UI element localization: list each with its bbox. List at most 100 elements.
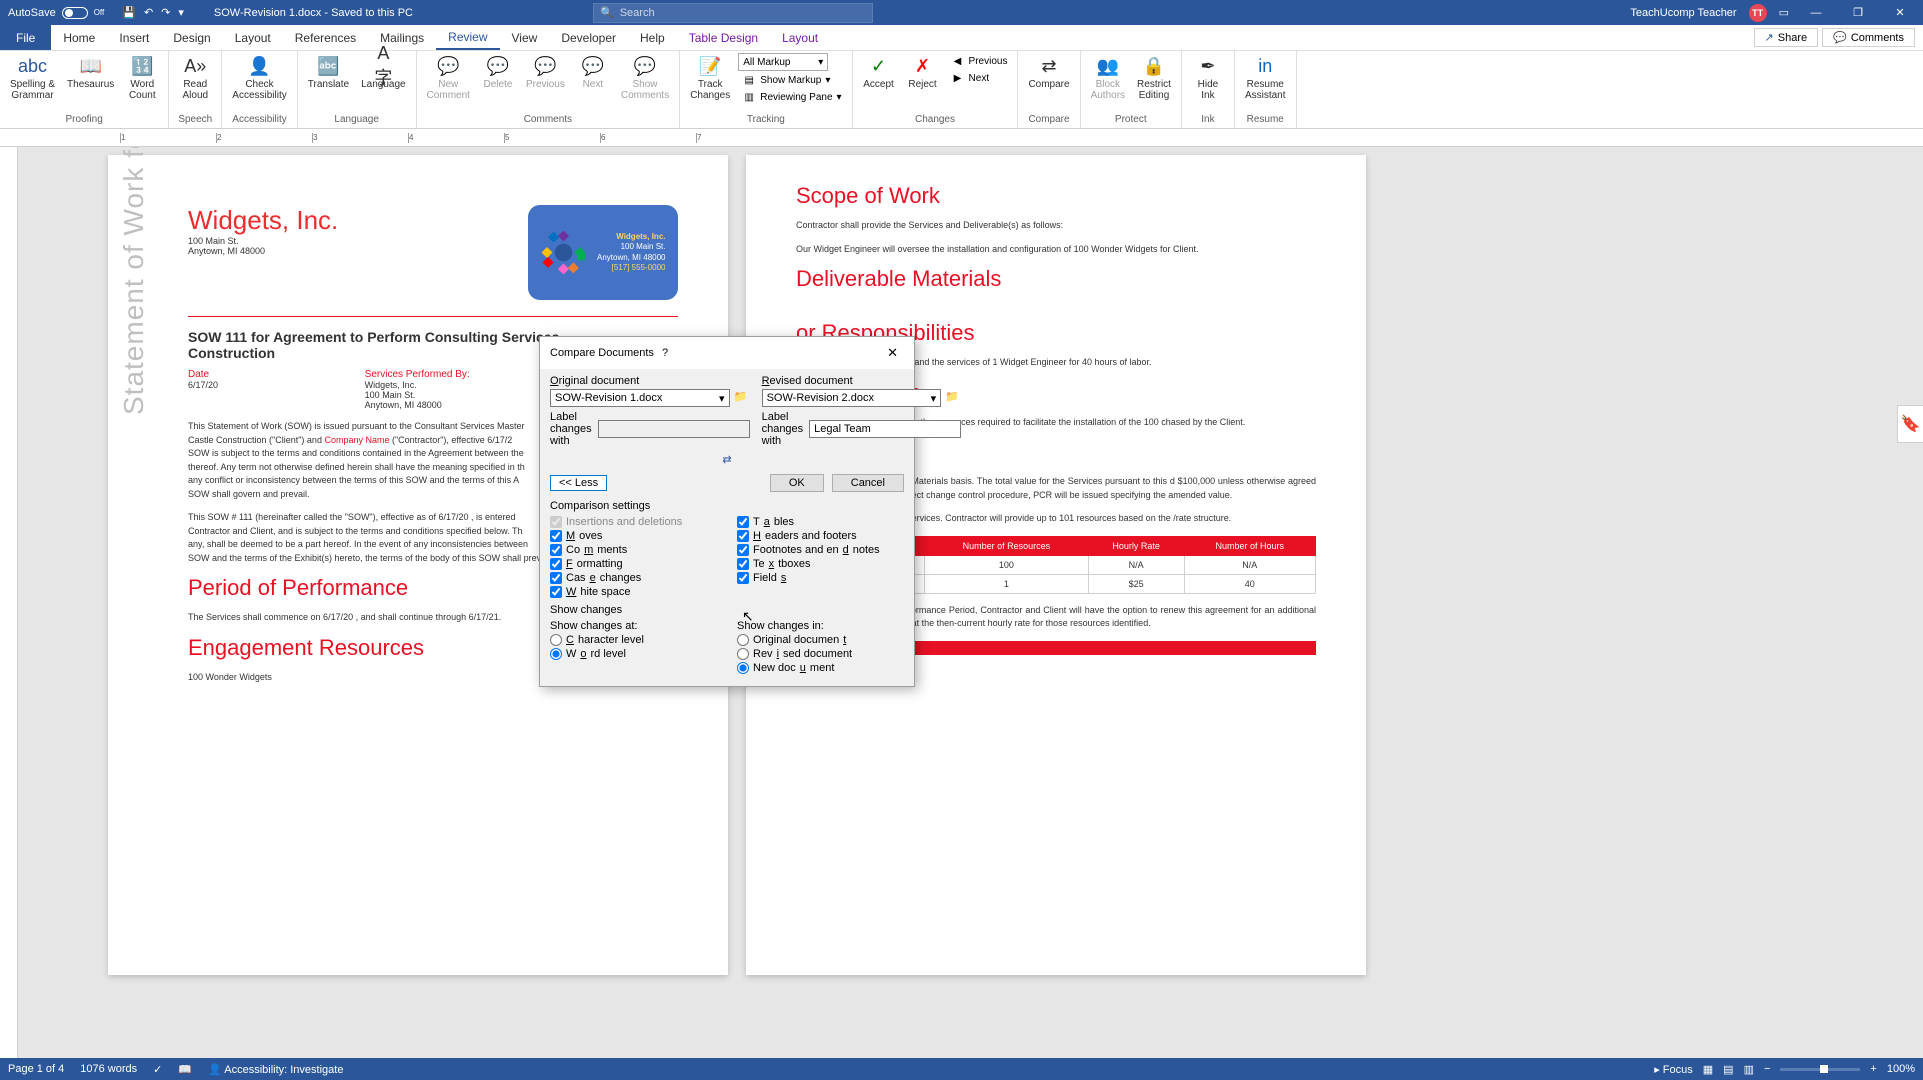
chk-moves[interactable]: Moves xyxy=(550,530,717,542)
tab-home[interactable]: Home xyxy=(51,25,107,50)
chk-case[interactable]: Case changes xyxy=(550,572,717,584)
next-comment-button[interactable]: 💬Next xyxy=(573,53,613,92)
accessibility-icon: 👤 xyxy=(249,55,271,77)
qat-dropdown-icon[interactable]: ▾ xyxy=(178,6,184,19)
horizontal-ruler[interactable]: 1234567 xyxy=(0,129,1923,147)
rad-word-level[interactable]: Word level xyxy=(550,648,717,660)
tab-help[interactable]: Help xyxy=(628,25,677,50)
tab-references[interactable]: References xyxy=(283,25,368,50)
revised-doc-select[interactable]: SOW-Revision 2.docx▾ xyxy=(762,389,942,407)
undo-icon[interactable]: ↶ xyxy=(144,6,153,19)
side-panel-tab[interactable]: 🔖 xyxy=(1897,405,1923,443)
previous-change-button[interactable]: ◀Previous xyxy=(947,53,1012,69)
less-button[interactable]: << Less xyxy=(550,475,607,491)
chk-formatting[interactable]: Formatting xyxy=(550,558,717,570)
delete-comment-button[interactable]: 💬Delete xyxy=(478,53,518,92)
chk-whitespace[interactable]: White space xyxy=(550,586,717,598)
block-authors-button[interactable]: 👥Block Authors xyxy=(1087,53,1129,103)
browse-revised-icon[interactable]: 📁 xyxy=(945,390,961,406)
zoom-out-button[interactable]: − xyxy=(1764,1063,1770,1075)
chk-fields[interactable]: Fields xyxy=(737,572,904,584)
accessibility-status[interactable]: 👤 Accessibility: Investigate xyxy=(208,1063,343,1076)
resume-assistant-button[interactable]: inResume Assistant xyxy=(1241,53,1290,103)
tab-table-layout[interactable]: Layout xyxy=(770,25,830,50)
spelling-grammar-button[interactable]: abcSpelling & Grammar xyxy=(6,53,59,103)
word-count-button[interactable]: 🔢Word Count xyxy=(122,53,162,103)
show-comments-button[interactable]: 💬Show Comments xyxy=(617,53,673,103)
share-button[interactable]: ↗Share xyxy=(1754,28,1819,47)
tab-file[interactable]: File xyxy=(0,25,51,50)
chk-tables[interactable]: Tables xyxy=(737,516,904,528)
word-count[interactable]: 1076 words xyxy=(80,1063,137,1075)
rad-new-doc[interactable]: New document xyxy=(737,662,904,674)
focus-mode[interactable]: ▸ Focus xyxy=(1654,1063,1693,1076)
tab-developer[interactable]: Developer xyxy=(549,25,628,50)
original-doc-select[interactable]: SOW-Revision 1.docx▾ xyxy=(550,389,730,407)
thesaurus-button[interactable]: 📖Thesaurus xyxy=(63,53,118,92)
language-indicator[interactable]: 📖 xyxy=(178,1063,192,1076)
check-accessibility-button[interactable]: 👤Check Accessibility xyxy=(228,53,290,103)
compare-button[interactable]: ⇄Compare xyxy=(1024,53,1073,92)
perf-a2: Anytown, MI 48000 xyxy=(365,400,502,410)
rad-revised-doc[interactable]: Revised document xyxy=(737,648,904,660)
spell-check-icon[interactable]: ✓ xyxy=(153,1063,162,1076)
browse-original-icon[interactable]: 📁 xyxy=(734,390,750,406)
track-changes-button[interactable]: 📝Track Changes xyxy=(686,53,734,103)
chk-comments[interactable]: Comments xyxy=(550,544,717,556)
language-button[interactable]: A字Language xyxy=(357,53,410,92)
restrict-editing-button[interactable]: 🔒Restrict Editing xyxy=(1133,53,1175,103)
read-aloud-button[interactable]: A»Read Aloud xyxy=(175,53,215,103)
comments-button[interactable]: 💬Comments xyxy=(1822,28,1915,47)
tab-view[interactable]: View xyxy=(500,25,550,50)
performed-by-label: Services Performed By: xyxy=(365,369,502,380)
swap-button[interactable]: ⇄ xyxy=(550,453,904,466)
rad-char-level[interactable]: Character level xyxy=(550,634,717,646)
revised-doc-label: Revised document xyxy=(762,375,962,387)
user-name[interactable]: TeachUcomp Teacher xyxy=(1630,7,1736,19)
hide-ink-button[interactable]: ✒Hide Ink xyxy=(1188,53,1228,103)
ok-button[interactable]: OK xyxy=(770,474,824,492)
new-comment-button[interactable]: 💬New Comment xyxy=(423,53,474,103)
minimize-icon[interactable]: — xyxy=(1801,7,1831,19)
reject-button[interactable]: ✗Reject xyxy=(903,53,943,92)
zoom-in-button[interactable]: + xyxy=(1870,1063,1876,1075)
resume-icon: in xyxy=(1254,55,1276,77)
orig-author-input[interactable] xyxy=(598,420,750,438)
chk-textboxes[interactable]: Textboxes xyxy=(737,558,904,570)
previous-comment-button[interactable]: 💬Previous xyxy=(522,53,569,92)
zoom-level[interactable]: 100% xyxy=(1887,1063,1915,1075)
cancel-button[interactable]: Cancel xyxy=(832,474,904,492)
zoom-slider[interactable] xyxy=(1780,1068,1860,1071)
user-avatar[interactable]: TT xyxy=(1749,4,1767,22)
tab-layout[interactable]: Layout xyxy=(223,25,283,50)
autosave-toggle[interactable]: AutoSave Off xyxy=(0,7,112,19)
show-markup-button[interactable]: ▤Show Markup ▾ xyxy=(738,72,845,88)
dialog-help-button[interactable]: ? xyxy=(654,347,676,359)
markup-combo[interactable]: All Markup▾ xyxy=(738,53,828,71)
dialog-close-button[interactable]: ✕ xyxy=(881,345,904,361)
page-indicator[interactable]: Page 1 of 4 xyxy=(8,1063,64,1075)
maximize-icon[interactable]: ❐ xyxy=(1843,6,1873,19)
translate-button[interactable]: 🔤Translate xyxy=(304,53,353,92)
search-input[interactable]: 🔍 Search xyxy=(593,3,873,23)
next-change-button[interactable]: ▶Next xyxy=(947,70,1012,86)
web-layout-icon[interactable]: ▥ xyxy=(1744,1063,1754,1076)
redo-icon[interactable]: ↷ xyxy=(161,6,170,19)
rev-author-input[interactable] xyxy=(809,420,961,438)
chk-headers[interactable]: Headers and footers xyxy=(737,530,904,542)
rad-original-doc[interactable]: Original document xyxy=(737,634,904,646)
close-window-icon[interactable]: ✕ xyxy=(1885,6,1915,19)
read-mode-icon[interactable]: ▦ xyxy=(1703,1063,1713,1076)
vertical-ruler[interactable] xyxy=(0,147,18,1058)
accept-button[interactable]: ✓Accept xyxy=(859,53,899,92)
ribbon-display-icon[interactable]: ▭ xyxy=(1779,6,1789,19)
tab-table-design[interactable]: Table Design xyxy=(677,25,770,50)
print-layout-icon[interactable]: ▤ xyxy=(1723,1063,1733,1076)
tab-review[interactable]: Review xyxy=(436,25,499,50)
tab-insert[interactable]: Insert xyxy=(107,25,161,50)
group-compare: ⇄Compare Compare xyxy=(1018,51,1080,128)
tab-design[interactable]: Design xyxy=(161,25,222,50)
chk-footnotes[interactable]: Footnotes and endnotes xyxy=(737,544,904,556)
reviewing-pane-button[interactable]: ▥Reviewing Pane ▾ xyxy=(738,89,845,105)
save-icon[interactable]: 💾 xyxy=(122,6,136,19)
